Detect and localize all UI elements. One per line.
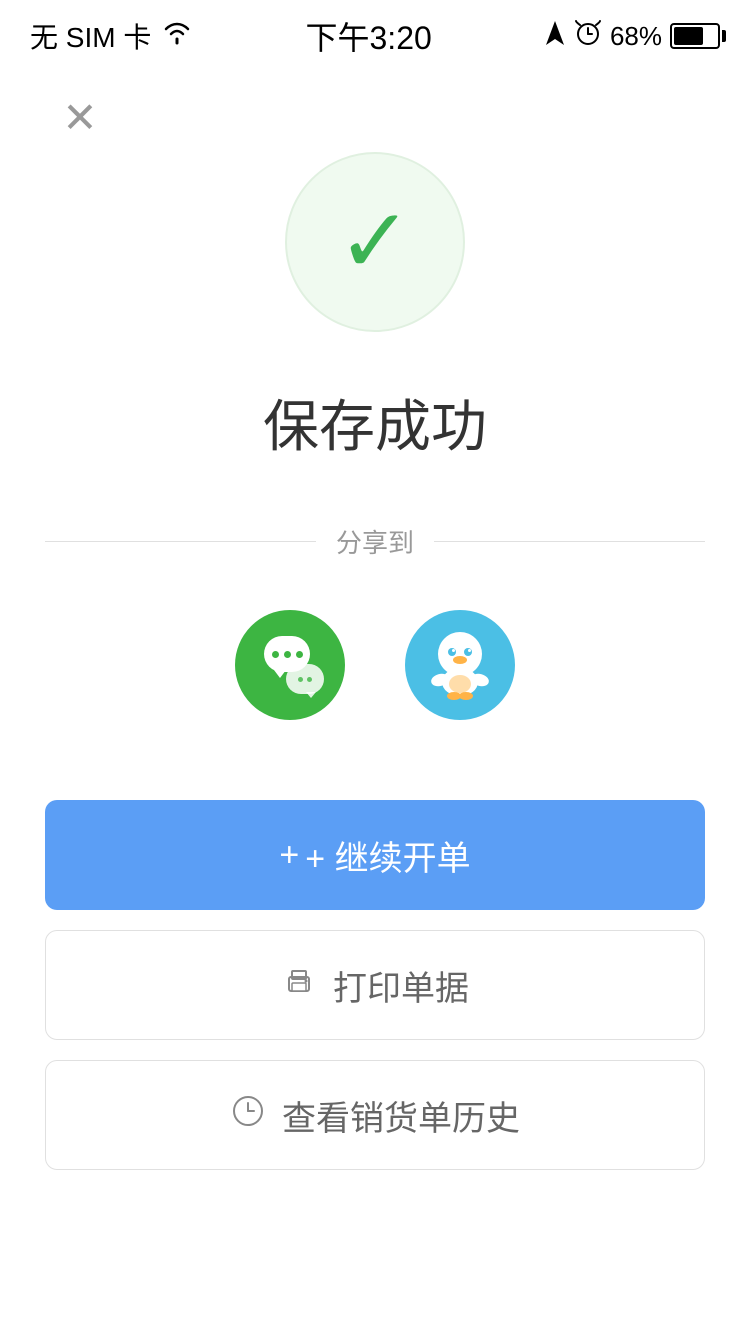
wifi-icon: [161, 20, 193, 52]
location-icon: [544, 19, 566, 54]
battery-percentage: 68%: [610, 21, 662, 52]
status-bar: 无 SIM 卡 下午3:20 68%: [0, 0, 750, 72]
close-icon: ✕: [62, 97, 97, 139]
wechat-icon: [256, 636, 324, 694]
wechat-bubble-secondary: [286, 664, 324, 694]
plus-icon: +: [279, 836, 299, 875]
alarm-icon: [574, 19, 602, 54]
status-left: 无 SIM 卡: [30, 16, 193, 56]
share-divider: 分享到: [45, 523, 705, 560]
share-icons-container: [235, 610, 515, 720]
print-button[interactable]: 打印单据: [45, 930, 705, 1040]
success-circle: ✓: [285, 152, 465, 332]
action-buttons: + + 继续开单 打印单据: [45, 800, 705, 1170]
wechat-share-button[interactable]: [235, 610, 345, 720]
qq-share-button[interactable]: [405, 610, 515, 720]
status-right: 68%: [544, 19, 720, 54]
continue-button[interactable]: + + 继续开单: [45, 800, 705, 910]
qq-icon: [428, 628, 493, 703]
history-label: 查看销货单历史: [282, 1091, 520, 1140]
share-label: 分享到: [336, 523, 414, 560]
time-display: 下午3:20: [306, 13, 432, 59]
printer-icon: [281, 963, 317, 1008]
print-label: 打印单据: [333, 961, 469, 1010]
carrier-text: 无 SIM 卡: [30, 16, 151, 56]
share-line-right: [434, 541, 705, 542]
main-content: ✓ 保存成功 分享到: [0, 72, 750, 1170]
success-title: 保存成功: [263, 382, 487, 463]
history-button[interactable]: 查看销货单历史: [45, 1060, 705, 1170]
clock-icon: [230, 1093, 266, 1138]
share-line-left: [45, 541, 316, 542]
battery-icon: [670, 23, 720, 49]
checkmark-icon: ✓: [337, 197, 412, 287]
close-button[interactable]: ✕: [50, 88, 110, 148]
continue-label: + 继续开单: [305, 831, 470, 880]
